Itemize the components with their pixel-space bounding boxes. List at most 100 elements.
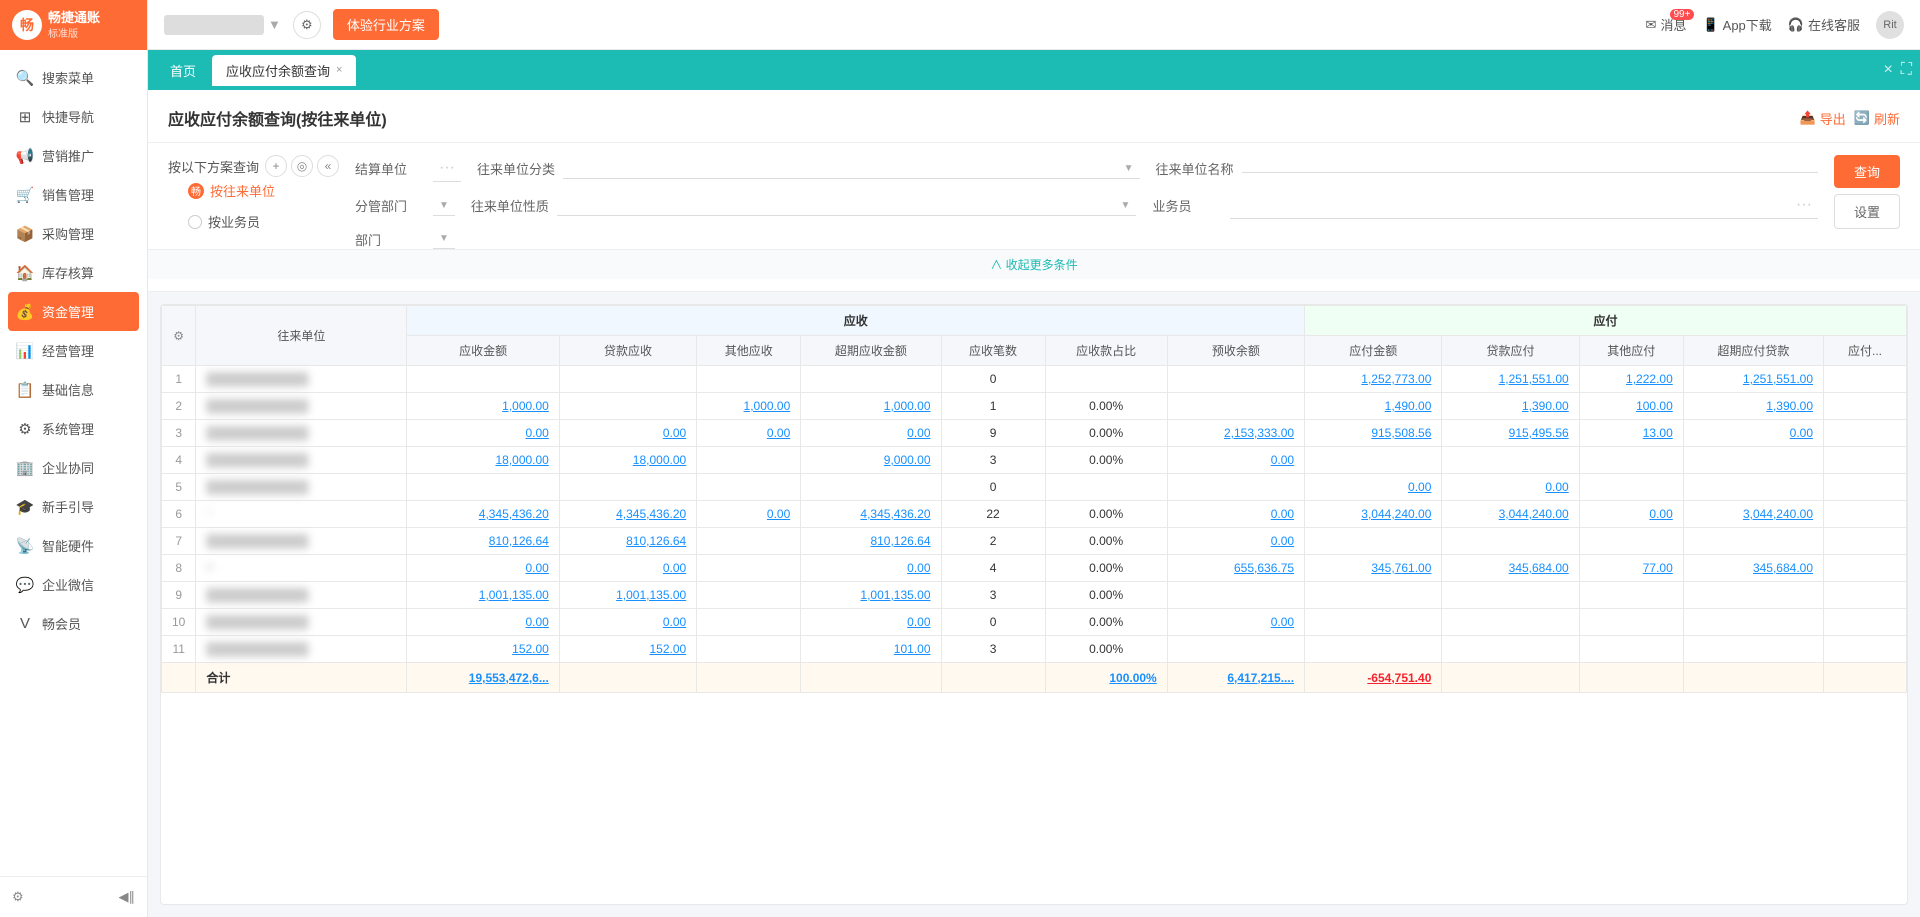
scheme-by-staff[interactable]: 按业务员 xyxy=(180,208,339,235)
table-cell[interactable]: 1,001,135.00 xyxy=(407,582,559,609)
table-cell[interactable]: 655,636.75 xyxy=(1167,555,1304,582)
table-cell[interactable]: 13.00 xyxy=(1579,420,1683,447)
table-cell[interactable]: 810,126.64 xyxy=(801,528,941,555)
sidebar-item-search[interactable]: 🔍 搜索菜单 xyxy=(0,58,147,97)
table-cell[interactable]: 0.00 xyxy=(697,420,801,447)
edit-scheme-btn[interactable]: ◎ xyxy=(291,155,313,177)
table-cell[interactable]: 0.00 xyxy=(407,609,559,636)
table-cell[interactable]: 18,000.00 xyxy=(407,447,559,474)
set-button[interactable]: 设置 xyxy=(1834,194,1900,229)
sidebar-item-ops[interactable]: 📊 经营管理 xyxy=(0,331,147,370)
table-cell[interactable]: 810,126.64 xyxy=(407,528,559,555)
department-input[interactable]: ▼ xyxy=(433,229,455,249)
message-btn[interactable]: ✉ 消息 99+ xyxy=(1646,15,1687,34)
sidebar-item-hardware[interactable]: 📡 智能硬件 xyxy=(0,526,147,565)
sidebar-item-quicknav[interactable]: ⊞ 快捷导航 xyxy=(0,97,147,136)
table-cell[interactable]: 810,126.64 xyxy=(559,528,696,555)
table-cell[interactable]: 3,044,240.00 xyxy=(1305,501,1442,528)
table-cell[interactable]: 1,252,773.00 xyxy=(1305,366,1442,393)
table-cell[interactable]: 0.00 xyxy=(559,420,696,447)
table-cell[interactable]: 0.00 xyxy=(1167,447,1304,474)
user-avatar[interactable]: Rit xyxy=(1876,11,1904,39)
tab-close-icon[interactable]: × xyxy=(336,64,342,76)
table-cell[interactable]: 9,000.00 xyxy=(801,447,941,474)
table-cell[interactable]: 4,345,436.20 xyxy=(801,501,941,528)
tab-expand-icon[interactable]: ⛶ xyxy=(1901,61,1912,79)
table-cell[interactable]: 18,000.00 xyxy=(559,447,696,474)
collapse-sidebar-icon[interactable]: ◀∥ xyxy=(119,889,136,905)
settings-footer-icon[interactable]: ⚙ xyxy=(12,889,24,905)
sidebar-item-sales[interactable]: 🛒 销售管理 xyxy=(0,175,147,214)
collapse-filter-btn[interactable]: ∧ 收起更多条件 xyxy=(148,249,1920,279)
table-cell[interactable]: 0.00 xyxy=(559,609,696,636)
table-cell[interactable]: 1,222.00 xyxy=(1579,366,1683,393)
table-cell[interactable]: 1,000.00 xyxy=(407,393,559,420)
sidebar-item-basic[interactable]: 📋 基础信息 xyxy=(0,370,147,409)
table-cell[interactable]: 100.00 xyxy=(1579,393,1683,420)
table-cell[interactable]: 3,044,240.00 xyxy=(1683,501,1823,528)
table-cell[interactable]: 0.00 xyxy=(407,555,559,582)
tab-close-all-icon[interactable]: × xyxy=(1883,61,1892,79)
table-cell[interactable]: 152.00 xyxy=(407,636,559,663)
table-cell[interactable]: 0.00 xyxy=(1442,474,1579,501)
table-cell[interactable]: 0.00 xyxy=(1683,420,1823,447)
table-cell[interactable]: 77.00 xyxy=(1579,555,1683,582)
table-cell[interactable]: 0.00 xyxy=(1579,501,1683,528)
sidebar-item-guide[interactable]: 🎓 新手引导 xyxy=(0,487,147,526)
table-cell[interactable]: 0.00 xyxy=(801,609,941,636)
table-cell[interactable]: 345,684.00 xyxy=(1442,555,1579,582)
app-download-btn[interactable]: 📱 App下载 xyxy=(1702,15,1771,34)
sidebar-item-corp[interactable]: 🏢 企业协同 xyxy=(0,448,147,487)
table-cell[interactable]: 4,345,436.20 xyxy=(407,501,559,528)
table-cell[interactable]: 1,000.00 xyxy=(801,393,941,420)
table-cell[interactable]: 4,345,436.20 xyxy=(559,501,696,528)
table-cell[interactable]: 1,251,551.00 xyxy=(1683,366,1823,393)
export-btn[interactable]: 📤 导出 xyxy=(1800,109,1846,128)
table-cell[interactable]: 1,001,135.00 xyxy=(559,582,696,609)
table-cell[interactable]: 1,000.00 xyxy=(697,393,801,420)
dept-manage-input[interactable]: ▼ xyxy=(433,196,455,216)
table-cell[interactable]: 345,684.00 xyxy=(1683,555,1823,582)
table-cell[interactable]: 0.00 xyxy=(559,555,696,582)
sidebar-item-member[interactable]: V 畅会员 xyxy=(0,604,147,643)
tab-receivable[interactable]: 应收应付余额查询 × xyxy=(212,55,356,86)
topbar-dropdown-icon[interactable]: ▼ xyxy=(268,17,281,32)
partner-nature-input[interactable]: ▼ xyxy=(557,196,1137,216)
table-settings-header[interactable]: ⚙ xyxy=(162,306,196,366)
salesperson-input[interactable]: ··· xyxy=(1230,192,1818,219)
table-cell[interactable]: 1,390.00 xyxy=(1442,393,1579,420)
tab-home[interactable]: 首页 xyxy=(156,55,210,86)
table-cell[interactable]: 0.00 xyxy=(1305,474,1442,501)
topbar-gear-btn[interactable]: ⚙ xyxy=(293,11,321,39)
footer-payable-total[interactable]: -654,751.40 xyxy=(1305,663,1442,693)
table-cell[interactable]: 1,390.00 xyxy=(1683,393,1823,420)
scheme-by-partner[interactable]: 畅 按往来单位 xyxy=(180,177,339,204)
settlement-unit-input[interactable]: ··· xyxy=(433,155,461,182)
trial-button[interactable]: 体验行业方案 xyxy=(333,9,439,40)
query-button[interactable]: 查询 xyxy=(1834,155,1900,188)
table-cell[interactable]: 345,761.00 xyxy=(1305,555,1442,582)
add-scheme-btn[interactable]: + xyxy=(265,155,287,177)
partner-category-input[interactable]: ▼ xyxy=(563,159,1139,179)
online-service-btn[interactable]: 🎧 在线客服 xyxy=(1788,15,1860,34)
table-cell[interactable]: 0.00 xyxy=(1167,528,1304,555)
table-cell[interactable]: 101.00 xyxy=(801,636,941,663)
table-cell[interactable]: 3,044,240.00 xyxy=(1442,501,1579,528)
table-cell[interactable]: 0.00 xyxy=(697,501,801,528)
sidebar-item-marketing[interactable]: 📢 营销推广 xyxy=(0,136,147,175)
table-cell[interactable]: 915,508.56 xyxy=(1305,420,1442,447)
table-cell[interactable]: 2,153,333.00 xyxy=(1167,420,1304,447)
collapse-scheme-btn[interactable]: « xyxy=(317,155,339,177)
sidebar-item-purchase[interactable]: 📦 采购管理 xyxy=(0,214,147,253)
table-cell[interactable]: 1,251,551.00 xyxy=(1442,366,1579,393)
table-cell[interactable]: 0.00 xyxy=(801,420,941,447)
table-cell[interactable]: 0.00 xyxy=(407,420,559,447)
table-cell[interactable]: 1,490.00 xyxy=(1305,393,1442,420)
table-cell[interactable]: 0.00 xyxy=(1167,609,1304,636)
partner-name-input[interactable] xyxy=(1242,164,1818,173)
table-cell[interactable]: 1,001,135.00 xyxy=(801,582,941,609)
table-cell[interactable]: 915,495.56 xyxy=(1442,420,1579,447)
refresh-btn[interactable]: 🔄 刷新 xyxy=(1854,109,1900,128)
table-cell[interactable]: 0.00 xyxy=(1167,501,1304,528)
table-cell[interactable]: 0.00 xyxy=(801,555,941,582)
